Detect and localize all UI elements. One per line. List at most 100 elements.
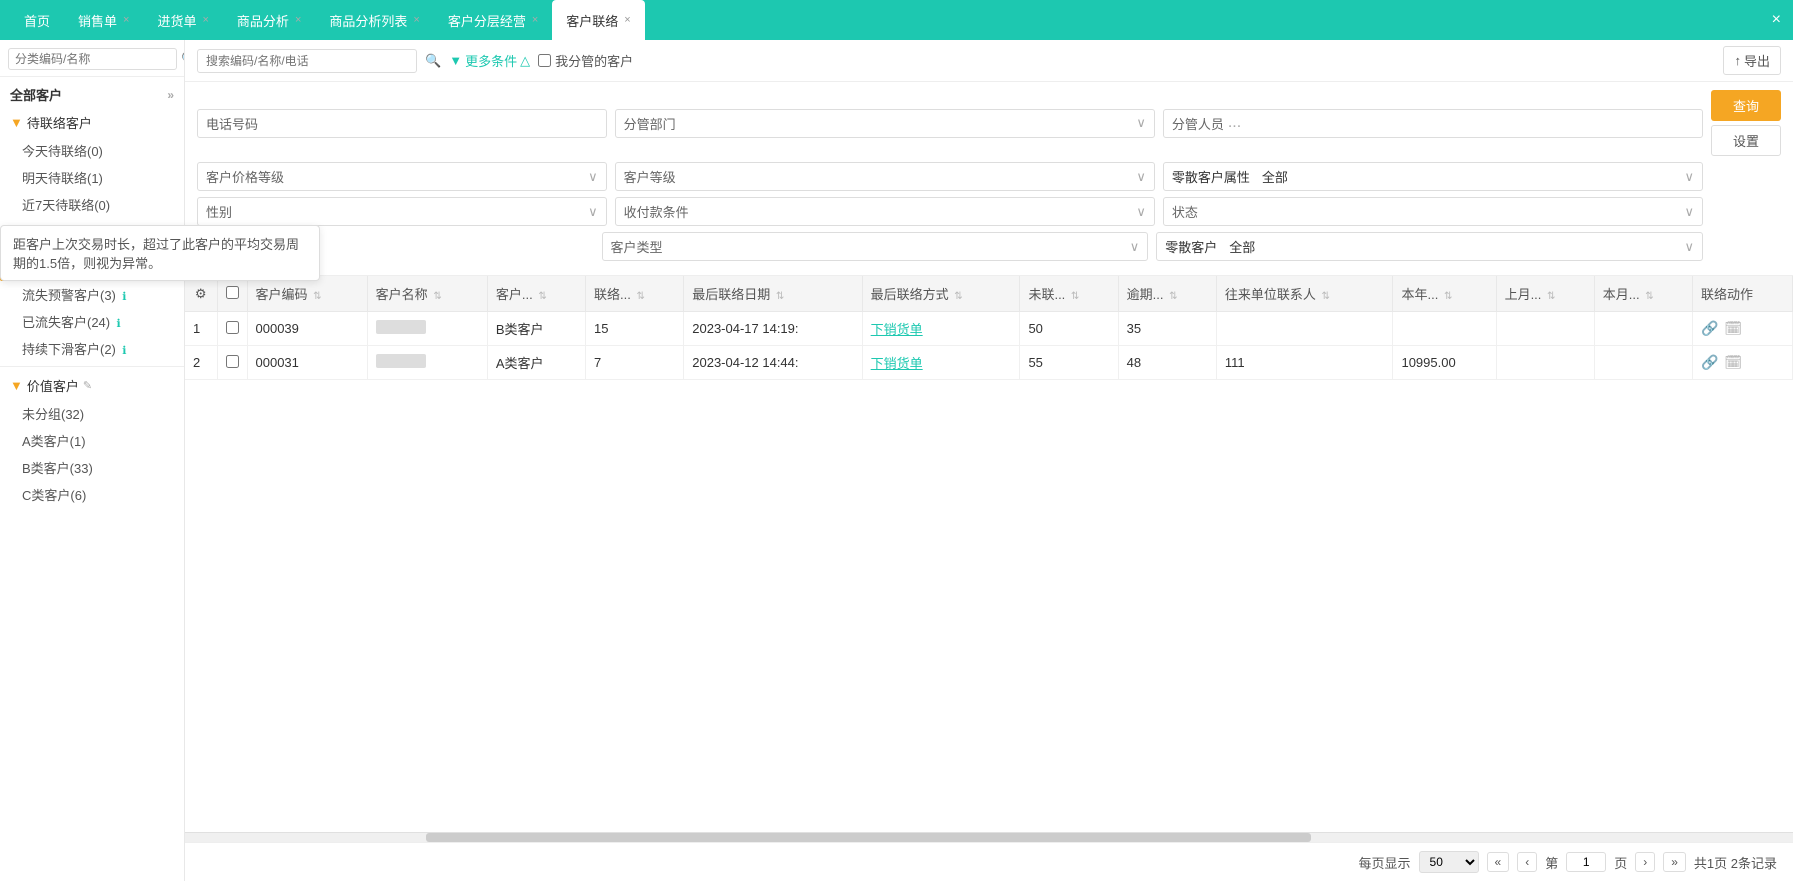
td-lmethod-2[interactable]: 下销货单 — [862, 346, 1020, 380]
pagination-bar: 每页显示 50 20 100 « ‹ 第 页 › » 共1页 2条记录 — [185, 842, 1793, 881]
phone-filter[interactable]: 电话号码 — [197, 109, 607, 138]
row1-checkbox[interactable] — [226, 321, 239, 334]
nav-goods-analysis[interactable]: 商品分析 × — [223, 0, 315, 40]
scrollbar-thumb[interactable] — [426, 833, 1310, 842]
search-input[interactable] — [197, 49, 417, 73]
td-code-1: 000039 — [247, 312, 367, 346]
name-sort-icon[interactable]: ⇅ — [433, 291, 441, 302]
td-check-2[interactable] — [217, 346, 247, 380]
close-customer-contact-tab[interactable]: × — [624, 14, 630, 26]
sidebar-item-class-c[interactable]: C类客户(6) — [0, 481, 184, 508]
nav-goods-analysis-list[interactable]: 商品分析列表 × — [315, 0, 433, 40]
th-settings[interactable]: ⚙ — [185, 276, 217, 312]
link-icon-2[interactable]: 🔗 — [1701, 354, 1718, 371]
th-checkbox[interactable] — [217, 276, 247, 312]
ty-sort-icon[interactable]: ⇅ — [1444, 291, 1452, 302]
dept-chevron-icon: ∨ — [1136, 115, 1146, 131]
link-icon-1[interactable]: 🔗 — [1701, 320, 1718, 337]
price-level-filter[interactable]: 客户价格等级 ∨ — [197, 162, 607, 191]
status-filter[interactable]: 状态 ∨ — [1163, 197, 1703, 226]
close-sales-tab[interactable]: × — [123, 14, 129, 26]
last-page-btn[interactable]: » — [1663, 852, 1686, 872]
table-header-row: ⚙ 客户编码 ⇅ 客户名称 ⇅ — [185, 276, 1793, 312]
nav-sales[interactable]: 销售单 × — [64, 0, 143, 40]
td-tm-1 — [1594, 312, 1692, 346]
phone-label: 电话号码 — [206, 114, 258, 133]
sidebar-item-7days[interactable]: 近7天待联络(0) — [0, 191, 184, 218]
page-input[interactable] — [1566, 852, 1606, 872]
sidebar-item-tomorrow[interactable]: 明天待联络(1) — [0, 164, 184, 191]
nocontact-sort-icon[interactable]: ⇅ — [1071, 291, 1079, 302]
code-sort-icon[interactable]: ⇅ — [313, 291, 321, 302]
sidebar-search-input[interactable] — [8, 48, 177, 70]
lmethod-sort-icon[interactable]: ⇅ — [954, 291, 962, 302]
pending-arrow-icon: ▼ — [10, 115, 23, 130]
person-more-icon[interactable]: ... — [1224, 114, 1245, 132]
retail-cust-chevron-icon: ∨ — [1685, 239, 1695, 255]
td-lmethod-1[interactable]: 下销货单 — [862, 312, 1020, 346]
gender-filter[interactable]: 性别 ∨ — [197, 197, 607, 226]
sidebar-item-class-a[interactable]: A类客户(1) — [0, 427, 184, 454]
horizontal-scrollbar[interactable] — [185, 832, 1793, 842]
select-all-checkbox[interactable] — [226, 286, 239, 299]
nav-customer-contact[interactable]: 客户联络 × — [552, 0, 644, 40]
export-button[interactable]: ↑ 导出 — [1723, 46, 1781, 75]
sidebar-item-continuous-down[interactable]: 持续下滑客户(2) ℹ — [0, 335, 184, 362]
retail-attr-filter: 零散客户属性 全部 ∨ — [1163, 162, 1703, 191]
overdue-sort-icon[interactable]: ⇅ — [1169, 291, 1177, 302]
nav-customer-layered[interactable]: 客户分层经营 × — [434, 0, 552, 40]
calendar-icon-2[interactable]: 🗓 — [1724, 354, 1742, 371]
filter-row-4: ... 客户类型 ∨ 零散客户 全部 ∨ — [197, 232, 1781, 261]
status-label: 状态 — [1172, 202, 1685, 221]
lm-sort-icon[interactable]: ⇅ — [1547, 291, 1555, 302]
more-conditions-btn[interactable]: ▼ 更多条件 △ — [449, 51, 530, 70]
customer-level-filter[interactable]: 客户等级 ∨ — [615, 162, 1155, 191]
customer-type-filter[interactable]: 客户类型 ∨ — [602, 232, 1149, 261]
total-pages-label: 页 — [1614, 853, 1627, 872]
cust-level-label: 客户等级 — [624, 167, 1137, 186]
filter-search-icon[interactable]: 🔍 — [425, 53, 441, 69]
nav-home[interactable]: 首页 — [10, 0, 64, 40]
sidebar-item-today[interactable]: 今天待联络(0) — [0, 137, 184, 164]
td-check-1[interactable] — [217, 312, 247, 346]
cp-sort-icon[interactable]: ⇅ — [1322, 291, 1330, 302]
person-filter[interactable]: 分管人员 ... — [1163, 109, 1703, 138]
td-ccount-1: 15 — [586, 312, 684, 346]
close-purchase-tab[interactable]: × — [202, 14, 208, 26]
prev-page-btn[interactable]: ‹ — [1517, 852, 1537, 872]
td-ty-2: 10995.00 — [1393, 346, 1496, 380]
ctype-sort-icon[interactable]: ⇅ — [538, 291, 546, 302]
table-settings-icon[interactable]: ⚙ — [195, 286, 207, 301]
payment-terms-filter[interactable]: 收付款条件 ∨ — [615, 197, 1155, 226]
calendar-icon-1[interactable]: 🗓 — [1724, 320, 1742, 337]
settings-button[interactable]: 设置 — [1711, 125, 1781, 156]
window-close-button[interactable]: × — [1772, 11, 1781, 29]
value-customer-group[interactable]: ▼ 价值客户 ✎ — [0, 371, 184, 400]
first-page-btn[interactable]: « — [1487, 852, 1510, 872]
query-button[interactable]: 查询 — [1711, 90, 1781, 121]
next-page-btn[interactable]: › — [1635, 852, 1655, 872]
sidebar-item-lost[interactable]: 已流失客户(24) ℹ — [0, 308, 184, 335]
nav-purchase[interactable]: 进货单 × — [143, 0, 222, 40]
row2-checkbox[interactable] — [226, 355, 239, 368]
main-layout: 🔍 全部客户 » ▼ 待联络客户 今天待联络(0) 明天待联络(1) 近7天待联… — [0, 40, 1793, 881]
payment-chevron-icon: ∨ — [1136, 204, 1146, 220]
close-goods-analysis-tab[interactable]: × — [295, 14, 301, 26]
close-goods-analysis-list-tab[interactable]: × — [413, 14, 419, 26]
sidebar-item-class-b[interactable]: B类客户(33) — [0, 454, 184, 481]
close-customer-layered-tab[interactable]: × — [532, 14, 538, 26]
sidebar-collapse-btn[interactable]: » — [167, 88, 174, 102]
ldate-sort-icon[interactable]: ⇅ — [776, 291, 784, 302]
advanced-filter: 电话号码 分管部门 ∨ 分管人员 ... 查询 设置 客户价格等级 — [185, 82, 1793, 276]
sidebar-item-ungrouped[interactable]: 未分组(32) — [0, 400, 184, 427]
per-page-select[interactable]: 50 20 100 — [1419, 851, 1479, 873]
my-customers-checkbox[interactable] — [538, 54, 551, 67]
tm-sort-icon[interactable]: ⇅ — [1645, 291, 1653, 302]
department-filter[interactable]: 分管部门 ∨ — [615, 109, 1155, 138]
lost-pre-info-icon: ℹ — [122, 291, 126, 303]
sidebar-item-lost-pre[interactable]: 流失预警客户(3) ℹ — [0, 281, 184, 308]
th-overdue: 逾期... ⇅ — [1118, 276, 1216, 312]
value-edit-icon[interactable]: ✎ — [83, 379, 92, 392]
ccount-sort-icon[interactable]: ⇅ — [637, 291, 645, 302]
pending-contact-group[interactable]: ▼ 待联络客户 — [0, 108, 184, 137]
